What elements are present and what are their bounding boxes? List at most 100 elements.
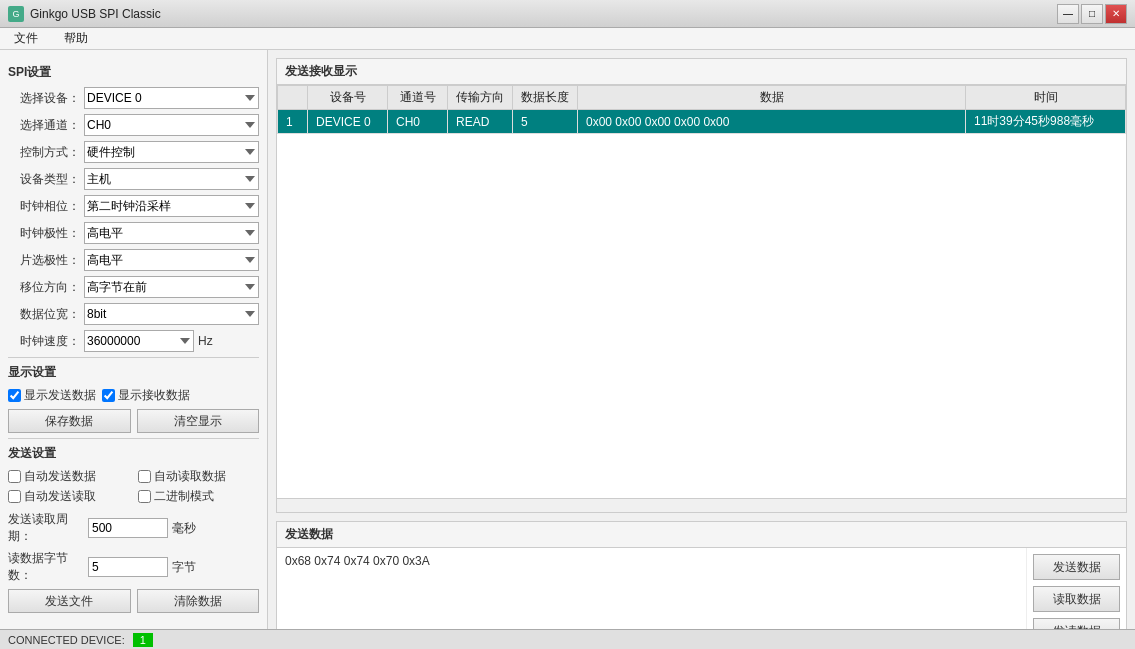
spi-settings-title: SPI设置 xyxy=(8,64,259,81)
table-wrapper[interactable]: 设备号 通道号 传输方向 数据长度 数据 时间 1DEVICE 0CH0READ… xyxy=(277,85,1126,498)
binary-mode-label[interactable]: 二进制模式 xyxy=(138,488,260,505)
chip-select-row: 片选极性： 低电平 高电平 xyxy=(8,249,259,271)
display-area-title: 发送接收显示 xyxy=(277,59,1126,85)
table-cell-0: 1 xyxy=(278,110,308,134)
data-bits-row: 数据位宽： 8bit 16bit xyxy=(8,303,259,325)
window-title: Ginkgo USB SPI Classic xyxy=(30,7,1057,21)
device-select[interactable]: DEVICE 0 xyxy=(84,87,259,109)
read-data-button[interactable]: 读取数据 xyxy=(1033,586,1120,612)
th-length: 数据长度 xyxy=(513,86,578,110)
menu-bar: 文件 帮助 xyxy=(0,28,1135,50)
period-label: 发送读取周期： xyxy=(8,511,88,545)
read-bytes-unit: 字节 xyxy=(172,559,196,576)
table-cell-5: 0x00 0x00 0x00 0x00 0x00 xyxy=(578,110,966,134)
divider-1 xyxy=(8,357,259,358)
send-data-area: 发送数据 0x68 0x74 0x74 0x70 0x3A 发送数据 读取数据 … xyxy=(276,521,1127,641)
restore-button[interactable]: □ xyxy=(1081,4,1103,24)
th-num xyxy=(278,86,308,110)
data-bits-label: 数据位宽： xyxy=(8,306,80,323)
table-cell-1: DEVICE 0 xyxy=(308,110,388,134)
table-cell-2: CH0 xyxy=(388,110,448,134)
th-channel: 通道号 xyxy=(388,86,448,110)
shift-dir-label: 移位方向： xyxy=(8,279,80,296)
period-input[interactable] xyxy=(88,518,168,538)
auto-send-checkbox[interactable] xyxy=(8,470,21,483)
close-button[interactable]: ✕ xyxy=(1105,4,1127,24)
read-bytes-input[interactable] xyxy=(88,557,168,577)
binary-mode-checkbox[interactable] xyxy=(138,490,151,503)
channel-select[interactable]: CH0 CH1 CH2 CH3 xyxy=(84,114,259,136)
hz-label: Hz xyxy=(198,334,213,348)
read-bytes-label: 读数据字节数： xyxy=(8,550,88,584)
auto-send-read-checkbox[interactable] xyxy=(8,490,21,503)
device-type-row: 设备类型： 主机 从机 xyxy=(8,168,259,190)
show-recv-label: 显示接收数据 xyxy=(118,387,190,404)
control-row: 控制方式： 硬件控制 软件控制 xyxy=(8,141,259,163)
shift-dir-select[interactable]: 高字节在前 低字节在前 xyxy=(84,276,259,298)
auto-read-label[interactable]: 自动读取数据 xyxy=(138,468,260,485)
clear-display-button[interactable]: 清空显示 xyxy=(137,409,260,433)
send-settings-title: 发送设置 xyxy=(8,445,259,462)
device-type-select[interactable]: 主机 从机 xyxy=(84,168,259,190)
clock-polarity-select[interactable]: 低电平 高电平 xyxy=(84,222,259,244)
status-bar: CONNECTED DEVICE: 1 xyxy=(0,629,1135,649)
channel-row: 选择通道： CH0 CH1 CH2 CH3 xyxy=(8,114,259,136)
send-data-button[interactable]: 发送数据 xyxy=(1033,554,1120,580)
clock-phase-label: 时钟相位： xyxy=(8,198,80,215)
show-recv-checkbox[interactable] xyxy=(102,389,115,402)
device-label: 选择设备： xyxy=(8,90,80,107)
clock-polarity-row: 时钟极性： 低电平 高电平 xyxy=(8,222,259,244)
clear-data-button[interactable]: 清除数据 xyxy=(137,589,260,613)
period-unit: 毫秒 xyxy=(172,520,196,537)
table-cell-6: 11时39分45秒988毫秒 xyxy=(966,110,1126,134)
control-label: 控制方式： xyxy=(8,144,80,161)
shift-dir-row: 移位方向： 高字节在前 低字节在前 xyxy=(8,276,259,298)
table-cell-4: 5 xyxy=(513,110,578,134)
clock-polarity-label: 时钟极性： xyxy=(8,225,80,242)
chip-select-select[interactable]: 低电平 高电平 xyxy=(84,249,259,271)
show-send-checkbox[interactable] xyxy=(8,389,21,402)
control-select[interactable]: 硬件控制 软件控制 xyxy=(84,141,259,163)
clock-speed-label: 时钟速度： xyxy=(8,333,80,350)
th-time: 时间 xyxy=(966,86,1126,110)
send-file-btns: 发送文件 清除数据 xyxy=(8,589,259,613)
device-type-label: 设备类型： xyxy=(8,171,80,188)
table-row[interactable]: 1DEVICE 0CH0READ50x00 0x00 0x00 0x00 0x0… xyxy=(278,110,1126,134)
auto-send-read-label[interactable]: 自动发送读取 xyxy=(8,488,130,505)
app-icon: G xyxy=(8,6,24,22)
status-label: CONNECTED DEVICE: xyxy=(8,634,125,646)
minimize-button[interactable]: — xyxy=(1057,4,1079,24)
auto-send-label[interactable]: 自动发送数据 xyxy=(8,468,130,485)
display-settings-title: 显示设置 xyxy=(8,364,259,381)
horizontal-scrollbar[interactable] xyxy=(277,498,1126,512)
clock-phase-row: 时钟相位： 第一时钟沿采样 第二时钟沿采样 xyxy=(8,195,259,217)
display-area: 发送接收显示 设备号 通道号 传输方向 数据长度 数据 时间 xyxy=(276,58,1127,513)
main-layout: SPI设置 选择设备： DEVICE 0 选择通道： CH0 CH1 CH2 C… xyxy=(0,50,1135,649)
title-bar: G Ginkgo USB SPI Classic — □ ✕ xyxy=(0,0,1135,28)
clock-speed-select[interactable]: 36000000 18000000 9000000 xyxy=(84,330,194,352)
window-controls: — □ ✕ xyxy=(1057,4,1127,24)
data-bits-select[interactable]: 8bit 16bit xyxy=(84,303,259,325)
checkbox-row-display: 显示发送数据 显示接收数据 xyxy=(8,387,259,404)
th-direction: 传输方向 xyxy=(448,86,513,110)
read-bytes-row: 读数据字节数： 字节 xyxy=(8,550,259,584)
display-action-btns: 保存数据 清空显示 xyxy=(8,409,259,433)
connected-device-count: 1 xyxy=(133,633,153,647)
show-send-label: 显示发送数据 xyxy=(24,387,96,404)
show-send-checkbox-label[interactable]: 显示发送数据 xyxy=(8,387,96,404)
clock-phase-select[interactable]: 第一时钟沿采样 第二时钟沿采样 xyxy=(84,195,259,217)
divider-2 xyxy=(8,438,259,439)
clock-speed-row: 时钟速度： 36000000 18000000 9000000 Hz xyxy=(8,330,259,352)
save-data-button[interactable]: 保存数据 xyxy=(8,409,131,433)
th-device: 设备号 xyxy=(308,86,388,110)
left-panel: SPI设置 选择设备： DEVICE 0 选择通道： CH0 CH1 CH2 C… xyxy=(0,50,268,649)
menu-help[interactable]: 帮助 xyxy=(56,28,96,49)
send-file-button[interactable]: 发送文件 xyxy=(8,589,131,613)
send-checkbox-grid: 自动发送数据 自动读取数据 自动发送读取 二进制模式 xyxy=(8,468,259,505)
right-panel: 发送接收显示 设备号 通道号 传输方向 数据长度 数据 时间 xyxy=(268,50,1135,649)
auto-read-checkbox[interactable] xyxy=(138,470,151,483)
show-recv-checkbox-label[interactable]: 显示接收数据 xyxy=(102,387,190,404)
table-cell-3: READ xyxy=(448,110,513,134)
send-data-title: 发送数据 xyxy=(277,522,1126,548)
menu-file[interactable]: 文件 xyxy=(6,28,46,49)
